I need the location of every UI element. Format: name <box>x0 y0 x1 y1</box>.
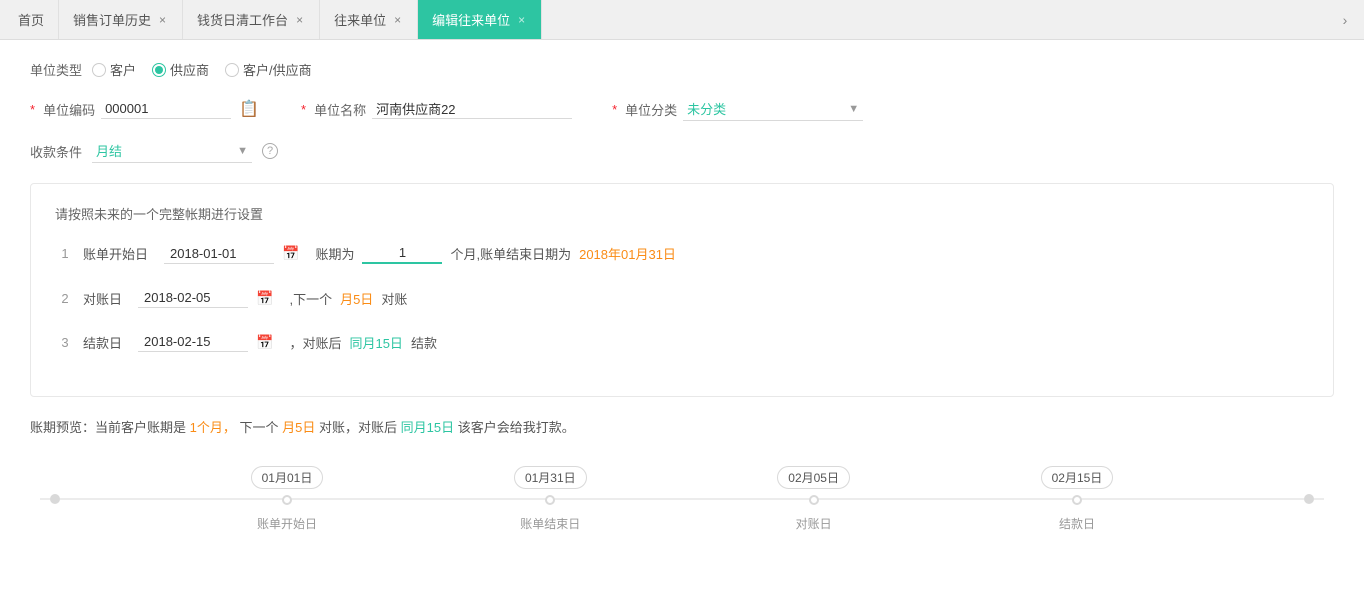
tab-edit-partner[interactable]: 编辑往来单位 × <box>418 0 542 39</box>
name-required: * <box>301 102 306 117</box>
payment-terms-label: 收款条件 <box>30 142 82 161</box>
radio-customer-circle <box>92 63 106 77</box>
code-required: * <box>30 102 35 117</box>
account-start-date-input[interactable] <box>164 244 274 264</box>
account-end-date-highlight: 2018年01月31日 <box>579 244 676 263</box>
preview-highlight2: 月5日 <box>282 420 315 435</box>
preview-highlight1: 1个月， <box>190 420 236 435</box>
calendar-icon-3[interactable]: 📅 <box>256 334 273 351</box>
page-content: 单位类型 客户 供应商 客户/供应商 * 单位编码 📋 * 单位名称 <box>0 40 1364 608</box>
reconcile-date-input[interactable] <box>138 288 248 308</box>
node-label-2: 账单结束日 <box>520 515 580 532</box>
payment-chevron-icon: ▼ <box>237 145 248 157</box>
unit-type-label: 单位类型 <box>30 60 82 79</box>
timeline-node-3: 02月05日 对账日 <box>777 466 850 532</box>
timeline-end-dot <box>1304 494 1314 504</box>
timeline: 01月01日 账单开始日 01月31日 账单结束日 02月05日 对账日 02月… <box>30 466 1334 532</box>
tab-cash-workbench[interactable]: 钱货日清工作台 × <box>183 0 320 39</box>
period-unit-text: 个月,账单结束日期为 <box>450 244 571 263</box>
row-num-2: 2 <box>55 291 75 306</box>
radio-both[interactable]: 客户/供应商 <box>225 60 312 79</box>
payment-prefix: ，对账后 <box>289 333 341 352</box>
close-partner-units[interactable]: × <box>392 13 403 27</box>
payment-month-highlight: 同月15日 <box>349 333 402 352</box>
unit-category-label: 单位分类 <box>625 100 677 119</box>
unit-code-input[interactable] <box>101 99 231 119</box>
help-icon[interactable]: ? <box>262 143 278 159</box>
unit-type-row: 单位类型 客户 供应商 客户/供应商 <box>30 60 1334 79</box>
node-badge-3: 02月05日 <box>777 466 850 489</box>
timeline-nodes: 01月01日 账单开始日 01月31日 账单结束日 02月05日 对账日 02月… <box>50 466 1314 532</box>
row-num-1: 1 <box>55 246 75 261</box>
radio-both-circle <box>225 63 239 77</box>
reconcile-month-highlight: 月5日 <box>340 289 373 308</box>
copy-icon[interactable]: 📋 <box>237 99 261 119</box>
preview-text: 账期预览：当前客户账期是 1个月， 下一个 月5日 对账，对账后 同月15日 该… <box>30 417 1334 436</box>
tab-bar: 首页 销售订单历史 × 钱货日清工作台 × 往来单位 × 编辑往来单位 × › <box>0 0 1364 40</box>
timeline-node-2: 01月31日 账单结束日 <box>514 466 587 532</box>
section-title: 请按照未来的一个完整帐期进行设置 <box>55 204 1309 223</box>
preview-highlight3: 同月15日 <box>401 420 454 435</box>
tab-sales-history[interactable]: 销售订单历史 × <box>59 0 183 39</box>
node-label-1: 账单开始日 <box>257 515 317 532</box>
category-chevron-icon: ▼ <box>848 103 859 115</box>
radio-supplier[interactable]: 供应商 <box>152 60 209 79</box>
unit-code-label: 单位编码 <box>43 100 95 119</box>
settings-section: 请按照未来的一个完整帐期进行设置 1 账单开始日 📅 账期为 个月,账单结束日期… <box>30 183 1334 397</box>
payment-terms-row: 收款条件 月结 ▼ ? <box>30 139 1334 163</box>
timeline-node-4: 02月15日 结款日 <box>1041 466 1114 532</box>
node-badge-2: 01月31日 <box>514 466 587 489</box>
period-value-input[interactable] <box>362 243 442 264</box>
account-start-label: 账单开始日 <box>83 244 148 263</box>
reconcile-suffix: 对账 <box>381 289 407 308</box>
radio-customer[interactable]: 客户 <box>92 60 136 79</box>
close-sales-history[interactable]: × <box>157 13 168 27</box>
node-label-3: 对账日 <box>796 515 832 532</box>
unit-type-radio-group: 客户 供应商 客户/供应商 <box>92 60 312 79</box>
payment-date-input[interactable] <box>138 332 248 352</box>
node-dot-1 <box>282 495 292 505</box>
timeline-start-dot <box>50 494 60 504</box>
timeline-node-1: 01月01日 账单开始日 <box>251 466 324 532</box>
payment-date-row: 3 结款日 📅 ，对账后 同月15日 结款 <box>55 332 1309 352</box>
unit-name-input[interactable] <box>372 99 572 119</box>
period-prefix: 账期为 <box>315 244 354 263</box>
tab-home[interactable]: 首页 <box>4 0 59 39</box>
unit-details-row: * 单位编码 📋 * 单位名称 * 单位分类 未分类 ▼ <box>30 97 1334 121</box>
row-num-3: 3 <box>55 335 75 350</box>
tab-partner-units[interactable]: 往来单位 × <box>320 0 418 39</box>
reconcile-label: 对账日 <box>83 289 122 308</box>
node-badge-1: 01月01日 <box>251 466 324 489</box>
unit-category-select[interactable]: 未分类 ▼ <box>683 97 863 121</box>
unit-name-label: 单位名称 <box>314 100 366 119</box>
reconcile-row: 2 对账日 📅 ,下一个 月5日 对账 <box>55 288 1309 308</box>
node-badge-4: 02月15日 <box>1041 466 1114 489</box>
payment-date-label: 结款日 <box>83 333 122 352</box>
close-cash-workbench[interactable]: × <box>294 13 305 27</box>
unit-category-value: 未分类 <box>687 99 844 118</box>
node-dot-4 <box>1072 495 1082 505</box>
category-required: * <box>612 102 617 117</box>
calendar-icon-1[interactable]: 📅 <box>282 245 299 262</box>
calendar-icon-2[interactable]: 📅 <box>256 290 273 307</box>
radio-supplier-circle <box>152 63 166 77</box>
account-start-row: 1 账单开始日 📅 账期为 个月,账单结束日期为 2018年01月31日 <box>55 243 1309 264</box>
node-dot-3 <box>809 495 819 505</box>
reconcile-prefix: ,下一个 <box>289 289 332 308</box>
payment-terms-value: 月结 <box>96 141 233 160</box>
payment-suffix: 结款 <box>411 333 437 352</box>
node-label-4: 结款日 <box>1059 515 1095 532</box>
close-edit-partner[interactable]: × <box>516 13 527 27</box>
payment-terms-select[interactable]: 月结 ▼ <box>92 139 252 163</box>
node-dot-2 <box>545 495 555 505</box>
tab-scroll-right[interactable]: › <box>1330 0 1360 39</box>
